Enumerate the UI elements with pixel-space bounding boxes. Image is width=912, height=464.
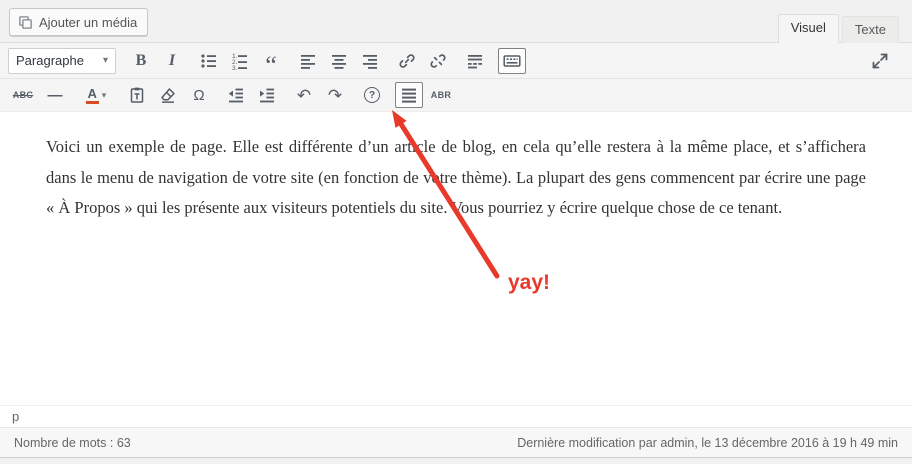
- toolbar-primary: Paragraphe ▾ B I 1. 2. 3. “: [0, 43, 912, 79]
- element-path[interactable]: p: [12, 409, 19, 424]
- bold-icon: B: [135, 51, 147, 69]
- redo-icon: ↷: [327, 85, 343, 105]
- align-left-button[interactable]: [294, 48, 322, 74]
- justify-icon: [399, 85, 419, 105]
- text-color-button[interactable]: A ▾: [78, 82, 114, 108]
- editor-header: Ajouter un média Visuel Texte: [0, 0, 912, 43]
- unlink-icon: [428, 51, 448, 71]
- help-glyph: ?: [368, 89, 376, 101]
- numbered-list-button[interactable]: 1. 2. 3.: [226, 48, 254, 74]
- strikethrough-button[interactable]: ABC: [8, 82, 38, 108]
- align-right-icon: [360, 51, 380, 71]
- insert-link-button[interactable]: [393, 48, 421, 74]
- word-count: Nombre de mots : 63: [14, 435, 131, 450]
- status-bar: Nombre de mots : 63 Dernière modificatio…: [0, 427, 912, 457]
- text-color-swatch: [85, 100, 99, 104]
- outdent-button[interactable]: [222, 82, 250, 108]
- chevron-down-icon: ▾: [102, 55, 108, 66]
- blockquote-button[interactable]: “: [257, 48, 285, 80]
- element-path-bar: p: [0, 405, 912, 427]
- chevron-down-icon: ▾: [101, 89, 107, 100]
- blockquote-icon: “: [265, 50, 277, 80]
- abbreviation-icon: ABR: [430, 90, 452, 100]
- align-right-button[interactable]: [356, 48, 384, 74]
- fullscreen-icon: [870, 51, 890, 71]
- text-color-letter: A: [87, 85, 97, 101]
- editor-mode-tabs: Visuel Texte: [777, 14, 899, 43]
- read-more-button[interactable]: [461, 48, 489, 74]
- keyboard-icon: [502, 51, 522, 71]
- align-left-icon: [298, 51, 318, 71]
- fullscreen-button[interactable]: [866, 48, 894, 74]
- text-color-icon: A: [85, 85, 99, 104]
- tab-visual[interactable]: Visuel: [777, 14, 839, 43]
- undo-button[interactable]: ↶: [290, 82, 318, 108]
- redo-button[interactable]: ↷: [321, 82, 349, 108]
- media-icon: [18, 15, 33, 30]
- last-modified: Dernière modification par admin, le 13 d…: [517, 435, 898, 450]
- toolbar-toggle-button[interactable]: [498, 47, 526, 74]
- paragraph-style-select[interactable]: Paragraphe ▾: [8, 47, 116, 74]
- bold-button[interactable]: B: [127, 48, 155, 74]
- link-icon: [397, 51, 417, 71]
- horizontal-rule-icon: —: [47, 86, 63, 104]
- svg-text:3.: 3.: [232, 65, 238, 71]
- italic-button[interactable]: I: [158, 48, 186, 74]
- justify-button[interactable]: [395, 82, 423, 108]
- remove-link-button[interactable]: [424, 48, 452, 74]
- help-button[interactable]: ?: [358, 82, 386, 108]
- italic-icon: I: [168, 51, 176, 69]
- clear-formatting-button[interactable]: [154, 82, 182, 108]
- paragraph-style-label: Paragraphe: [16, 53, 84, 68]
- add-media-label: Ajouter un média: [39, 14, 138, 30]
- read-more-icon: [465, 51, 485, 71]
- clipboard-icon: [127, 85, 147, 105]
- indent-icon: [257, 85, 277, 105]
- editor-container: Paragraphe ▾ B I 1. 2. 3. “ ABC — A ▾ Ω …: [0, 42, 912, 458]
- outdent-icon: [226, 85, 246, 105]
- special-character-button[interactable]: Ω: [185, 82, 213, 108]
- paragraph-text[interactable]: Voici un exemple de page. Elle est diffé…: [46, 132, 866, 224]
- numbered-list-icon: 1. 2. 3.: [230, 51, 250, 71]
- toolbar-secondary: ABC — A ▾ Ω ↶ ↷ ? ABR: [0, 79, 912, 112]
- align-center-icon: [329, 51, 349, 71]
- bulleted-list-button[interactable]: [195, 48, 223, 74]
- bulleted-list-icon: [199, 51, 219, 71]
- omega-icon: Ω: [193, 86, 205, 104]
- paste-as-text-button[interactable]: [123, 82, 151, 108]
- help-icon: ?: [364, 87, 380, 103]
- horizontal-rule-button[interactable]: —: [41, 82, 69, 108]
- indent-button[interactable]: [253, 82, 281, 108]
- align-center-button[interactable]: [325, 48, 353, 74]
- eraser-icon: [158, 85, 178, 105]
- editor-content[interactable]: Voici un exemple de page. Elle est diffé…: [0, 112, 912, 405]
- add-media-button[interactable]: Ajouter un média: [9, 8, 149, 36]
- abbreviation-button[interactable]: ABR: [426, 82, 456, 108]
- tab-text[interactable]: Texte: [841, 16, 899, 43]
- undo-icon: ↶: [296, 85, 312, 105]
- strikethrough-icon: ABC: [12, 90, 34, 100]
